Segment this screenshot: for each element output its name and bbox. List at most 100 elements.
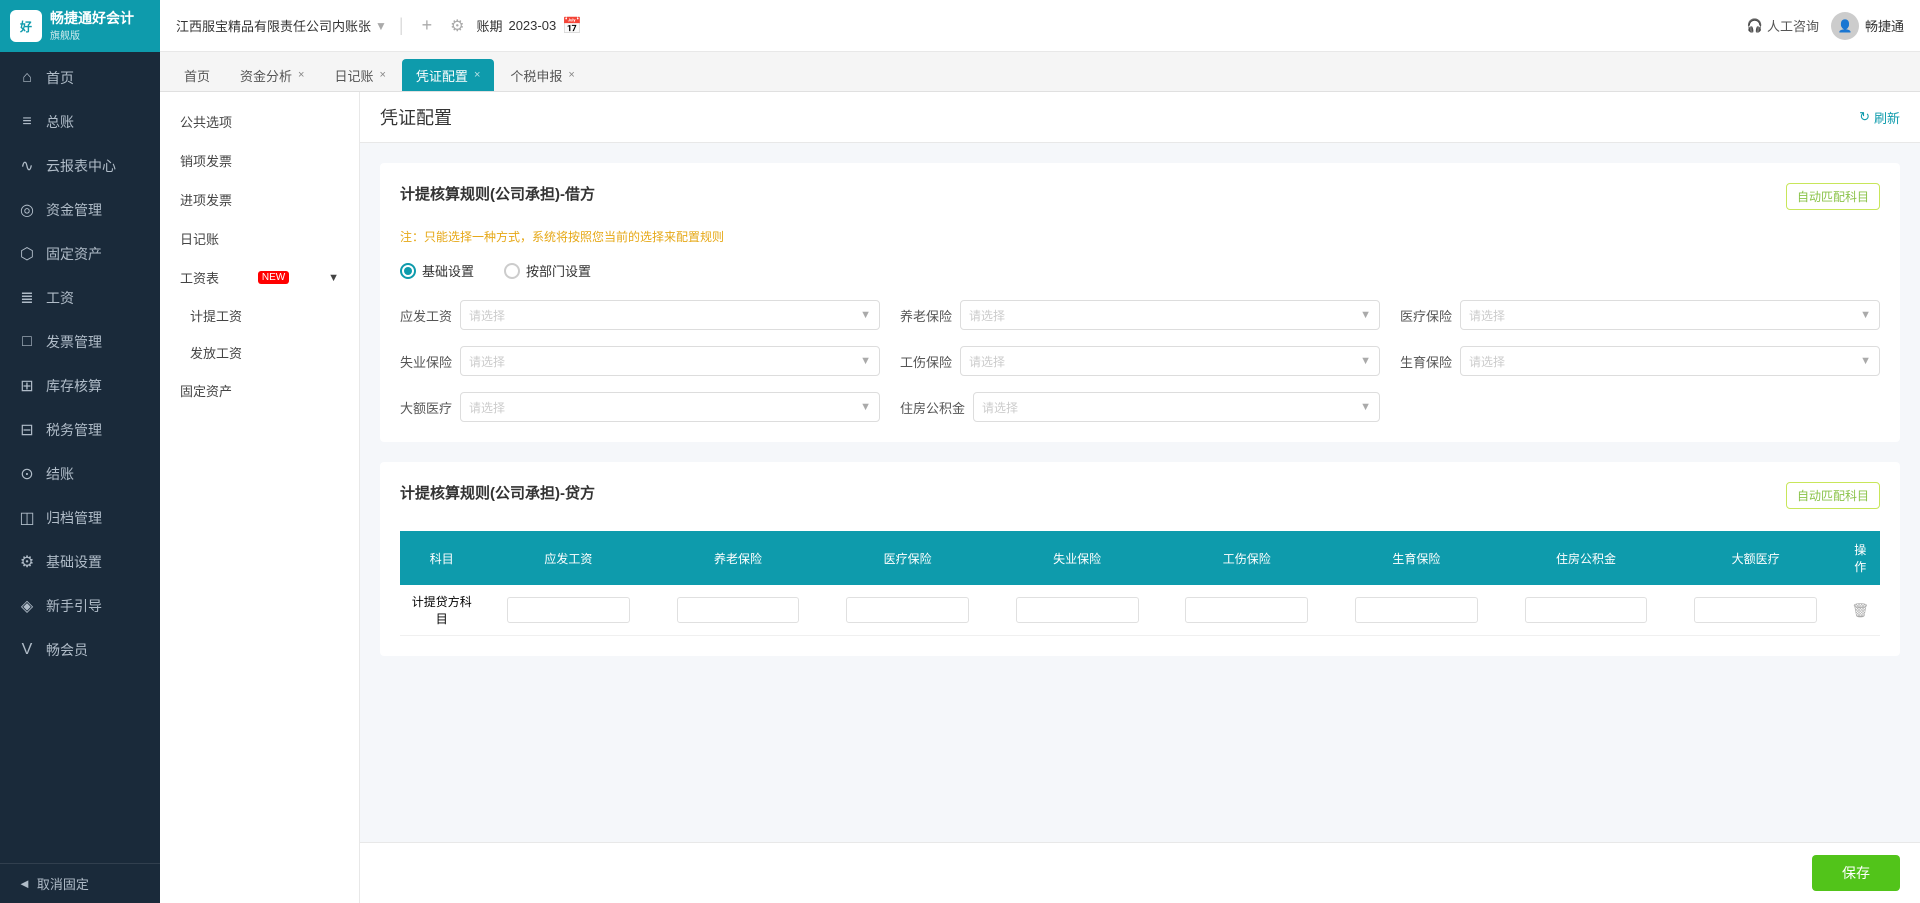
page-header: 凭证配置 ↻ 刷新 [360,92,1920,143]
label-gjj: 住房公积金 [900,398,965,417]
sidebar-icon-archive: ◫ [18,508,36,528]
sidebar-item-guide[interactable]: ◈新手引导 [0,584,160,628]
form-row-gongshang: 工伤保险 请选择 ▼ [900,346,1380,376]
cell-yanglao[interactable] [653,585,823,636]
input-yingfa[interactable] [507,597,630,623]
radio-basic[interactable]: 基础设置 [400,261,474,280]
user-name: 畅捷通 [1865,16,1904,35]
left-panel-item-journal[interactable]: 日记账 [160,219,359,258]
sidebar-item-funds[interactable]: ◎资金管理 [0,188,160,232]
sidebar-item-closing[interactable]: ⊙结账 [0,452,160,496]
add-company-btn[interactable]: + [416,13,439,38]
select-gongshang[interactable]: 请选择 ▼ [960,346,1380,376]
sidebar-nav: ⌂首页≡总账∿云报表中心◎资金管理 ⬡ 固定资产 ≣工资 □ 发票管理 ⊞库存核算⊟税务管理… [0,52,160,863]
sidebar-item-settings[interactable]: ⚙基础设置 [0,540,160,584]
table-header-row: 科目 应发工资 养老保险 医疗保险 失业保险 工伤保险 生育保险 住房公积金 大… [400,531,1880,585]
select-dae[interactable]: 请选择 ▼ [460,392,880,422]
period-selector[interactable]: 账期 2023-03 📅 [476,16,582,36]
tab-close-journal[interactable]: × [379,69,385,81]
left-panel-item-common[interactable]: 公共选项 [160,102,359,141]
sidebar-icon-assets: ⬡ [18,244,36,264]
sidebar-label-closing: 结账 [46,464,74,484]
support-btn[interactable]: 🎧 人工咨询 [1747,16,1819,35]
cell-yiliao[interactable] [823,585,993,636]
input-shiye[interactable] [1016,597,1139,623]
left-panel-item-fixed_assets[interactable]: 固定资产 [160,371,359,410]
left-panel-sub-calc_salary[interactable]: 计提工资 [160,297,359,334]
sidebar-label-guide: 新手引导 [46,596,102,616]
select-shengyu[interactable]: 请选择 ▼ [1460,346,1880,376]
radio-dept[interactable]: 按部门设置 [504,261,591,280]
sidebar-item-vip[interactable]: V畅会员 [0,628,160,672]
input-shengyu[interactable] [1355,597,1478,623]
settings-icon[interactable]: ⚙ [450,16,464,36]
tab-journal[interactable]: 日记账× [320,59,399,91]
tab-home[interactable]: 首页 [170,59,224,91]
sidebar-item-assets[interactable]: ⬡ 固定资产 [0,232,160,276]
input-gongshang[interactable] [1185,597,1308,623]
select-shiye[interactable]: 请选择 ▼ [460,346,880,376]
left-panel-item-salary_table[interactable]: 工资表 NEW ▼ [160,258,359,297]
cell-dae[interactable] [1671,585,1841,636]
cell-gjj[interactable] [1501,585,1671,636]
sidebar-item-invoice[interactable]: □ 发票管理 [0,320,160,364]
expand-icon-salary_table: ▼ [328,272,339,284]
sidebar: 好 畅捷通好会计 旗舰版 ⌂首页≡总账∿云报表中心◎资金管理⬡固定资产≣工资□发… [0,0,160,903]
delete-row-btn[interactable]: 🗑 [1851,602,1869,618]
left-panel-item-sales[interactable]: 销项发票 [160,141,359,180]
sidebar-icon-reports: ∿ [18,156,36,176]
refresh-btn[interactable]: ↻ 刷新 [1859,108,1900,127]
tab-close-funds[interactable]: × [298,69,304,81]
debit-auto-match-btn[interactable]: 自动匹配科目 [1786,183,1880,210]
sidebar-icon-invoice: □ [18,333,36,351]
cell-shengyu[interactable] [1332,585,1502,636]
tab-close-tax[interactable]: × [568,69,574,81]
tab-close-voucher[interactable]: × [474,69,480,81]
input-dae[interactable] [1694,597,1817,623]
input-yiliao[interactable] [846,597,969,623]
tab-label-voucher: 凭证配置 [416,66,468,85]
tab-voucher[interactable]: 凭证配置 × [402,59,494,91]
company-selector[interactable]: 江西服宝精品有限责任公司内账张 ▼ [176,16,387,35]
label-dae: 大额医疗 [400,398,452,417]
input-yanglao[interactable] [677,597,800,623]
select-shengyu-arrow: ▼ [1860,355,1871,367]
select-yingfa[interactable]: 请选择 ▼ [460,300,880,330]
cell-yingfa[interactable] [484,585,654,636]
credit-auto-match-btn[interactable]: 自动匹配科目 [1786,482,1880,509]
select-yingfa-arrow: ▼ [860,309,871,321]
sidebar-item-inventory[interactable]: ⊞库存核算 [0,364,160,408]
credit-section: 计提核算规则(公司承担)-贷方 自动匹配科目 科目 应发工资 养老保险 医疗保险… [380,462,1900,656]
sidebar-label-assets: 固定资产 [46,244,102,264]
select-gjj[interactable]: 请选择 ▼ [973,392,1380,422]
sidebar-item-salary[interactable]: ≣工资 [0,276,160,320]
cell-shiye[interactable] [992,585,1162,636]
sidebar-icon-settings: ⚙ [18,552,36,572]
sidebar-item-reports[interactable]: ∿云报表中心 [0,144,160,188]
sidebar-label-funds: 资金管理 [46,200,102,220]
col-shiye: 失业保险 [992,531,1162,585]
sidebar-item-archive[interactable]: ◫归档管理 [0,496,160,540]
period-value: 2023-03 [508,18,556,33]
user-menu[interactable]: 👤 畅捷通 [1831,12,1904,40]
tab-funds[interactable]: 资金分析× [226,59,318,91]
sidebar-item-home[interactable]: ⌂首页 [0,56,160,100]
main-area: 江西服宝精品有限责任公司内账张 ▼ | + ⚙ 账期 2023-03 📅 🎧 人… [160,0,1920,903]
label-yanglao: 养老保险 [900,306,952,325]
radio-dept-circle [504,263,520,279]
input-gjj[interactable] [1525,597,1648,623]
page-body: 计提核算规则(公司承担)-借方 自动匹配科目 注：只能选择一种方式，系统将按照您… [360,143,1920,842]
tab-tax[interactable]: 个税申报× [496,59,588,91]
cell-gongshang[interactable] [1162,585,1332,636]
left-panel-sub-pay_salary[interactable]: 发放工资 [160,334,359,371]
cancel-fixed-btn[interactable]: ◄ 取消固定 [0,863,160,903]
left-panel-item-purchase[interactable]: 进项发票 [160,180,359,219]
select-yanglao[interactable]: 请选择 ▼ [960,300,1380,330]
sidebar-label-invoice: 发票管理 [46,332,102,352]
sidebar-item-ledger[interactable]: ≡总账 [0,100,160,144]
period-label: 账期 [476,16,502,35]
select-yiliao[interactable]: 请选择 ▼ [1460,300,1880,330]
sidebar-item-tax[interactable]: ⊟税务管理 [0,408,160,452]
save-btn[interactable]: 保存 [1812,855,1900,891]
form-row-shengyu: 生育保险 请选择 ▼ [1400,346,1880,376]
